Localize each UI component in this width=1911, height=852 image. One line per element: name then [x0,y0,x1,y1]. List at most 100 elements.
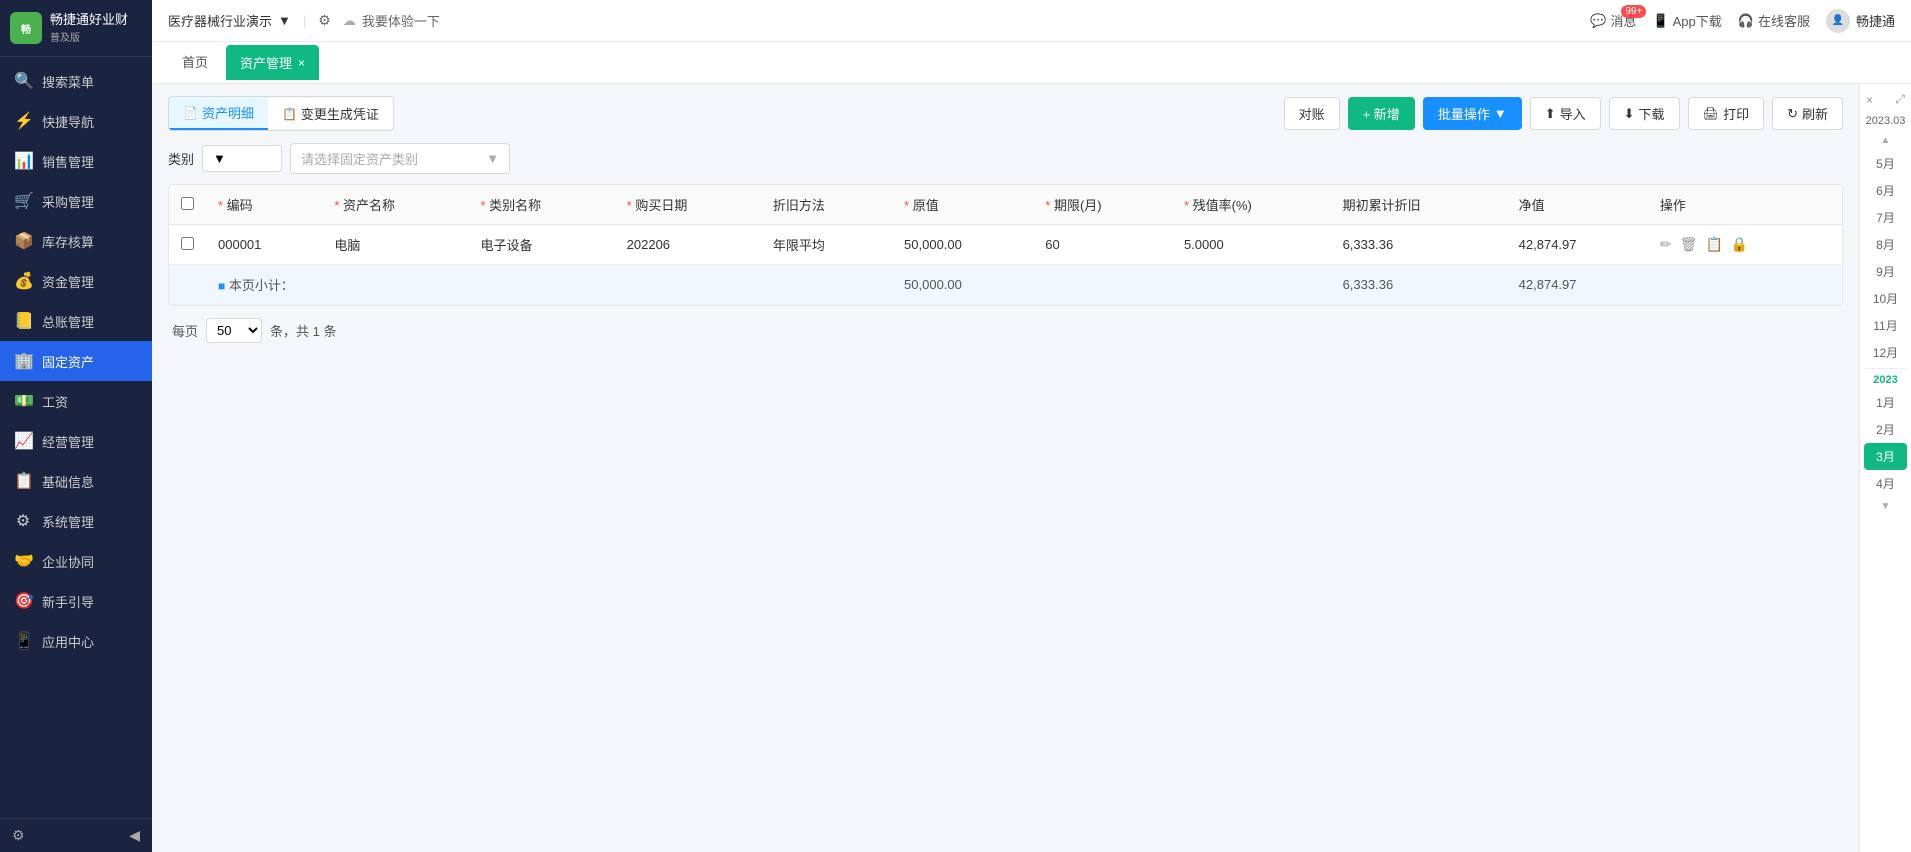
filter-category-input[interactable]: 请选择固定资产类别 ▼ [290,143,510,174]
row-checkbox-cell[interactable] [169,225,206,265]
sidebar-item-ledger[interactable]: 📒 总账管理 [0,301,152,341]
sidebar-item-sales[interactable]: 📊 销售管理 [0,141,152,181]
batch-button[interactable]: 批量操作 ▼ [1423,97,1522,130]
timeline-month-12[interactable]: 12月 [1860,339,1911,366]
import-button[interactable]: ⬆ 导入 [1530,97,1601,130]
basic-info-icon: 📋 [14,471,32,491]
sidebar-item-quick-nav[interactable]: ⚡ 快捷导航 [0,101,152,141]
subtotal-residual-empty [1172,265,1331,305]
download-icon: ⬇ [1624,106,1635,122]
timeline-month-6[interactable]: 6月 [1860,177,1911,204]
subtotal-net-value: 42,874.97 [1507,265,1648,305]
print-button[interactable]: 🖨 打印 [1688,97,1765,130]
sidebar-item-purchase[interactable]: 🛒 采购管理 [0,181,152,221]
company-selector[interactable]: 医疗器械行业演示 ▼ [168,11,291,30]
account-btn-label: 对账 [1299,104,1325,123]
cell-residual-rate: 5.0000 [1172,225,1331,265]
timeline-month-3-current[interactable]: 3月 [1864,443,1907,470]
new-btn-label: + 新增 [1363,104,1400,123]
tab-close-icon[interactable]: × [298,56,305,70]
col-period: * 期限(月) [1033,185,1172,225]
sidebar-footer: ⚙ ◀ [0,818,152,852]
sidebar-label-app-center: 应用中心 [42,632,94,651]
timeline-month-5[interactable]: 5月 [1860,150,1911,177]
batch-btn-label: 批量操作 [1438,104,1490,123]
tabbar: 首页 资产管理 × [152,42,1911,84]
tab-asset-management[interactable]: 资产管理 × [226,45,319,80]
per-page-select[interactable]: 50 100 [206,318,262,343]
collapse-sidebar-button[interactable]: ◀ [129,827,140,844]
tab-change-voucher[interactable]: 📋 变更生成凭证 [268,98,393,129]
panel-close-button[interactable]: × [1866,93,1873,107]
company-chevron-icon: ▼ [278,13,291,28]
sidebar-item-inventory[interactable]: 📦 库存核算 [0,221,152,261]
timeline-month-9[interactable]: 9月 [1860,258,1911,285]
sidebar-item-funds[interactable]: 💰 资金管理 [0,261,152,301]
timeline-month-10[interactable]: 10月 [1860,285,1911,312]
tab-home-label: 首页 [182,55,208,70]
sidebar-item-search[interactable]: 🔍 搜索菜单 [0,61,152,101]
timeline-month-1[interactable]: 1月 [1860,389,1911,416]
timeline-down-chevron[interactable]: ▼ [1877,497,1895,516]
online-service-button[interactable]: 🎧 在线客服 [1738,11,1810,30]
panel-header: × ⤢ [1860,88,1911,111]
topbar-divider: | [303,13,306,28]
timeline-month-7[interactable]: 7月 [1860,204,1911,231]
batch-chevron-icon: ▼ [1494,106,1507,121]
avatar: 👤 [1826,9,1850,33]
panel-expand-button[interactable]: ⤢ [1895,92,1905,107]
select-all-checkbox[interactable] [181,197,194,210]
timeline-year-label: 2023.03 [1864,111,1908,131]
timeline-up-chevron[interactable]: ▲ [1877,131,1895,150]
timeline-month-4[interactable]: 4月 [1860,470,1911,497]
cell-category: 电子设备 [468,225,614,265]
app-download-button[interactable]: 📱 App下载 [1652,11,1721,30]
sidebar-item-enterprise[interactable]: 🤝 企业协同 [0,541,152,581]
timeline-month-11[interactable]: 11月 [1860,312,1911,339]
sidebar-item-basic-info[interactable]: 📋 基础信息 [0,461,152,501]
cell-name: 电脑 [322,225,468,265]
account-button[interactable]: 对账 [1284,97,1340,130]
sidebar-label-basic-info: 基础信息 [42,472,94,491]
edit-button[interactable]: ✏ [1660,236,1672,253]
select-all-cell[interactable] [169,185,206,225]
filter-select-type[interactable]: ▼ [202,145,282,172]
topbar-right: 💬 消息 99+ 📱 App下载 🎧 在线客服 👤 畅捷通 [1590,9,1895,33]
sidebar-item-system[interactable]: ⚙ 系统管理 [0,501,152,541]
download-button[interactable]: ⬇ 下载 [1609,97,1680,130]
settings-button[interactable]: ⚙ [12,827,25,844]
table-header-row: * 编码 * 资产名称 * 类别名称 * 购买日期 折旧方法 * 原值 * 期限… [169,185,1842,225]
app-icon: 📱 [1652,13,1668,29]
change-voucher-icon: 📋 [282,107,297,121]
sidebar-label-sales: 销售管理 [42,152,94,171]
refresh-button[interactable]: ↻ 刷新 [1772,97,1843,130]
timeline-month-8[interactable]: 8月 [1860,231,1911,258]
sidebar-item-fixed-assets[interactable]: 🏢 固定资产 [0,341,152,381]
message-button[interactable]: 💬 消息 99+ [1590,11,1636,30]
delete-button[interactable]: 🗑 [1680,236,1698,253]
app-center-icon: 📱 [14,631,32,651]
sidebar-item-app-center[interactable]: 📱 应用中心 [0,621,152,661]
timeline-month-2[interactable]: 2月 [1860,416,1911,443]
copy-button[interactable]: 📋 [1705,236,1722,253]
app-label: App下载 [1673,11,1722,30]
sidebar-item-operations[interactable]: 📈 经营管理 [0,421,152,461]
sidebar-item-guide[interactable]: 🎯 新手引导 [0,581,152,621]
more-button[interactable]: 🔒 [1731,236,1748,253]
row-checkbox[interactable] [181,237,194,250]
cell-depreciation: 年限平均 [761,225,892,265]
subtotal-empty [169,265,206,305]
user-profile-button[interactable]: 👤 畅捷通 [1826,9,1895,33]
tab-asset-detail[interactable]: 📄 资产明细 [169,97,268,130]
app-logo: 畅 [10,12,42,44]
quick-nav-icon: ⚡ [14,111,32,131]
topbar: 医疗器械行业演示 ▼ | ⚙ ☁ 我要体验一下 💬 消息 99+ 📱 App下载… [152,0,1911,42]
inventory-icon: 📦 [14,231,32,251]
tab-home[interactable]: 首页 [168,42,222,83]
new-button[interactable]: + 新增 [1348,97,1415,130]
service-label: 在线客服 [1758,11,1810,30]
experience-button[interactable]: ☁ 我要体验一下 [343,11,440,30]
sidebar-item-payroll[interactable]: 💵 工资 [0,381,152,421]
timeline-panel: × ⤢ 2023.03 ▲ 5月 6月 7月 8月 9月 10月 11月 12月… [1859,84,1911,852]
gear-icon[interactable]: ⚙ [318,12,331,29]
